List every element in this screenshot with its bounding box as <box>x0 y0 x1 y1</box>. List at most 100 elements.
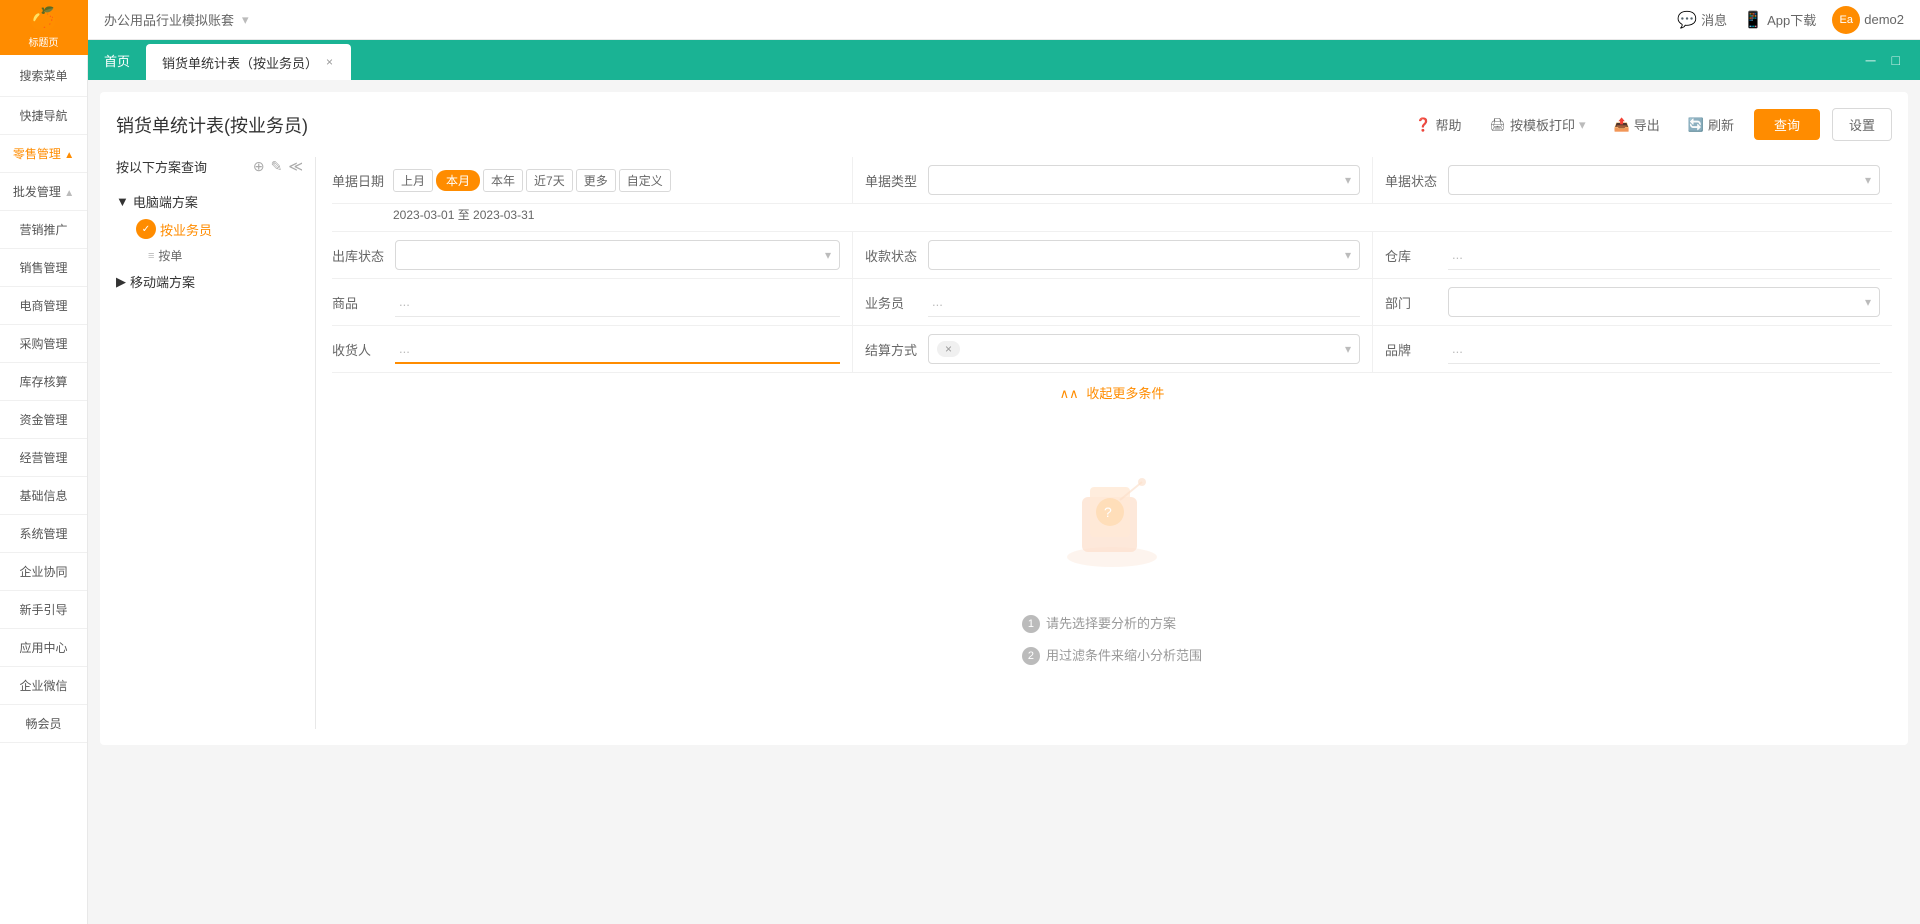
help-icon: ❓ <box>1415 117 1431 133</box>
brand-input[interactable]: ... <box>1448 334 1880 364</box>
tree-by-salesperson[interactable]: ✓ 按业务员 <box>116 215 303 243</box>
sidebar-item-ecommerce[interactable]: 电商管理 <box>0 287 87 325</box>
date-last-month[interactable]: 上月 <box>393 169 433 192</box>
goods-label: 商品 <box>332 293 387 312</box>
edit-scheme-icon[interactable]: ✎ <box>271 158 283 175</box>
dept-filter-cell: 部门 ▾ <box>1372 279 1892 325</box>
sidebar-search[interactable]: 搜索菜单 <box>0 55 87 97</box>
help-button[interactable]: ❓ 帮助 <box>1407 111 1469 138</box>
app-title: 办公用品行业模拟账套 <box>104 10 234 29</box>
collapse-panel-icon[interactable]: ≪ <box>288 158 303 175</box>
sidebar-quick-nav[interactable]: 快捷导航 <box>0 97 87 135</box>
brand-filter-cell: 品牌 ... <box>1372 326 1892 372</box>
outbound-select[interactable]: ▾ <box>395 240 840 270</box>
doctype-select[interactable]: ▾ <box>928 165 1360 195</box>
user-menu[interactable]: Ea demo2 <box>1832 6 1904 34</box>
panel-header: 按以下方案查询 ⊕ ✎ ≪ <box>116 157 303 176</box>
avatar: Ea <box>1832 6 1860 34</box>
settlement-select[interactable]: × ▾ <box>928 334 1360 364</box>
tree-desktop[interactable]: ▼ 电脑端方案 <box>116 188 303 215</box>
panel-title: 按以下方案查询 <box>116 157 207 176</box>
sidebar-item-purchase[interactable]: 采购管理 <box>0 325 87 363</box>
svg-text:?: ? <box>1104 504 1112 520</box>
collapse-icon: ∧∧ <box>1060 386 1079 401</box>
goods-filter-cell: 商品 ... <box>332 279 852 325</box>
salesperson-label: 业务员 <box>865 293 920 312</box>
sidebar-item-basic[interactable]: 基础信息 <box>0 477 87 515</box>
collapse-bar[interactable]: ∧∧ 收起更多条件 <box>332 373 1892 412</box>
refresh-label: 刷新 <box>1708 115 1734 134</box>
tab-sales-stat[interactable]: 销货单统计表（按业务员） × <box>146 44 351 80</box>
app-download-button[interactable]: 📱 App下载 <box>1743 10 1816 30</box>
sidebar-item-wholesale[interactable]: 批发管理 ▲ <box>0 173 87 211</box>
export-button[interactable]: 📤 导出 <box>1606 111 1668 138</box>
sidebar-item-enterprise[interactable]: 企业协同 <box>0 553 87 591</box>
sidebar-item-operations[interactable]: 经营管理 <box>0 439 87 477</box>
page-title-row: 销货单统计表(按业务员) ❓ 帮助 🖨 按模板打印 ▾ 📤 导出 <box>116 108 1892 141</box>
dept-select[interactable]: ▾ <box>1448 287 1880 317</box>
page-actions: ❓ 帮助 🖨 按模板打印 ▾ 📤 导出 🔄 刷新 <box>1407 108 1892 141</box>
sidebar-item-system[interactable]: 系统管理 <box>0 515 87 553</box>
sidebar-item-retail[interactable]: 零售管理 ▲ <box>0 135 87 173</box>
message-icon: 💬 <box>1677 10 1697 30</box>
add-scheme-icon[interactable]: ⊕ <box>253 158 265 175</box>
date-7days[interactable]: 近7天 <box>526 169 573 192</box>
sidebar-item-wechat[interactable]: 企业微信 <box>0 667 87 705</box>
payment-select[interactable]: ▾ <box>928 240 1360 270</box>
sidebar-item-member[interactable]: 畅会员 <box>0 705 87 743</box>
date-label: 单据日期 <box>332 171 387 190</box>
refresh-icon: 🔄 <box>1688 117 1704 133</box>
query-button[interactable]: 查询 <box>1754 109 1820 140</box>
right-panel: 单据日期 上月 本月 本年 近7天 更多 自定义 单据类型 <box>316 157 1892 729</box>
brand-dots: ... <box>1452 341 1463 356</box>
consignee-dots: ... <box>399 341 410 356</box>
message-button[interactable]: 💬 消息 <box>1677 10 1727 30</box>
date-custom[interactable]: 自定义 <box>619 169 671 192</box>
salesperson-dots: ... <box>932 294 943 309</box>
window-maximize-icon[interactable]: □ <box>1888 48 1904 72</box>
refresh-button[interactable]: 🔄 刷新 <box>1680 111 1742 138</box>
print-label: 按模板打印 <box>1510 115 1575 134</box>
header-left: 办公用品行业模拟账套 ▾ <box>104 10 249 29</box>
empty-hint-text-2: 用过滤条件来缩小分析范围 <box>1046 643 1202 669</box>
consignee-filter-cell: 收货人 ... <box>332 326 852 372</box>
payment-chevron: ▾ <box>1345 248 1351 262</box>
settings-button[interactable]: 设置 <box>1832 108 1892 141</box>
sidebar-item-newbie[interactable]: 新手引导 <box>0 591 87 629</box>
help-label: 帮助 <box>1435 115 1461 134</box>
print-button[interactable]: 🖨 按模板打印 ▾ <box>1482 111 1594 138</box>
sidebar-item-finance[interactable]: 资金管理 <box>0 401 87 439</box>
left-panel: 按以下方案查询 ⊕ ✎ ≪ ▼ 电脑端方案 ✓ <box>116 157 316 729</box>
tab-home[interactable]: 首页 <box>88 40 146 80</box>
tree-mobile-label: 移动端方案 <box>130 272 195 291</box>
date-this-month[interactable]: 本月 <box>436 170 480 191</box>
doctype-chevron: ▾ <box>1345 173 1351 187</box>
window-minimize-icon[interactable]: ─ <box>1862 48 1880 72</box>
print-icon: 🖨 <box>1490 117 1507 133</box>
salesperson-input[interactable]: ... <box>928 287 1360 317</box>
sidebar-item-marketing[interactable]: 营销推广 <box>0 211 87 249</box>
sidebar-item-inventory[interactable]: 库存核算 <box>0 363 87 401</box>
consignee-input[interactable]: ... <box>395 334 840 364</box>
settlement-label: 结算方式 <box>865 340 920 359</box>
date-more[interactable]: 更多 <box>576 169 616 192</box>
page-content: 销货单统计表(按业务员) ❓ 帮助 🖨 按模板打印 ▾ 📤 导出 <box>88 80 1920 924</box>
empty-hint-2: 2 用过滤条件来缩小分析范围 <box>1022 643 1202 669</box>
header-dropdown-icon[interactable]: ▾ <box>242 12 249 28</box>
tab-close-icon[interactable]: × <box>324 53 335 71</box>
docstatus-select[interactable]: ▾ <box>1448 165 1880 195</box>
goods-input[interactable]: ... <box>395 287 840 317</box>
tree-by-order[interactable]: ≡ 按单 <box>116 243 303 268</box>
tab-home-label: 首页 <box>104 51 130 70</box>
tree-mobile[interactable]: ▶ 移动端方案 <box>116 268 303 295</box>
sidebar-item-sales[interactable]: 销售管理 <box>0 249 87 287</box>
goods-dots: ... <box>399 294 410 309</box>
warehouse-input[interactable]: ... <box>1448 240 1880 270</box>
warehouse-filter-cell: 仓库 ... <box>1372 232 1892 278</box>
sidebar-item-appcenter[interactable]: 应用中心 <box>0 629 87 667</box>
settlement-tag-close[interactable]: × <box>945 342 952 356</box>
logo-icon: 🍊 <box>30 6 57 32</box>
date-this-year[interactable]: 本年 <box>483 169 523 192</box>
logo[interactable]: 🍊 标题页 <box>0 0 88 55</box>
user-label: demo2 <box>1864 12 1904 27</box>
